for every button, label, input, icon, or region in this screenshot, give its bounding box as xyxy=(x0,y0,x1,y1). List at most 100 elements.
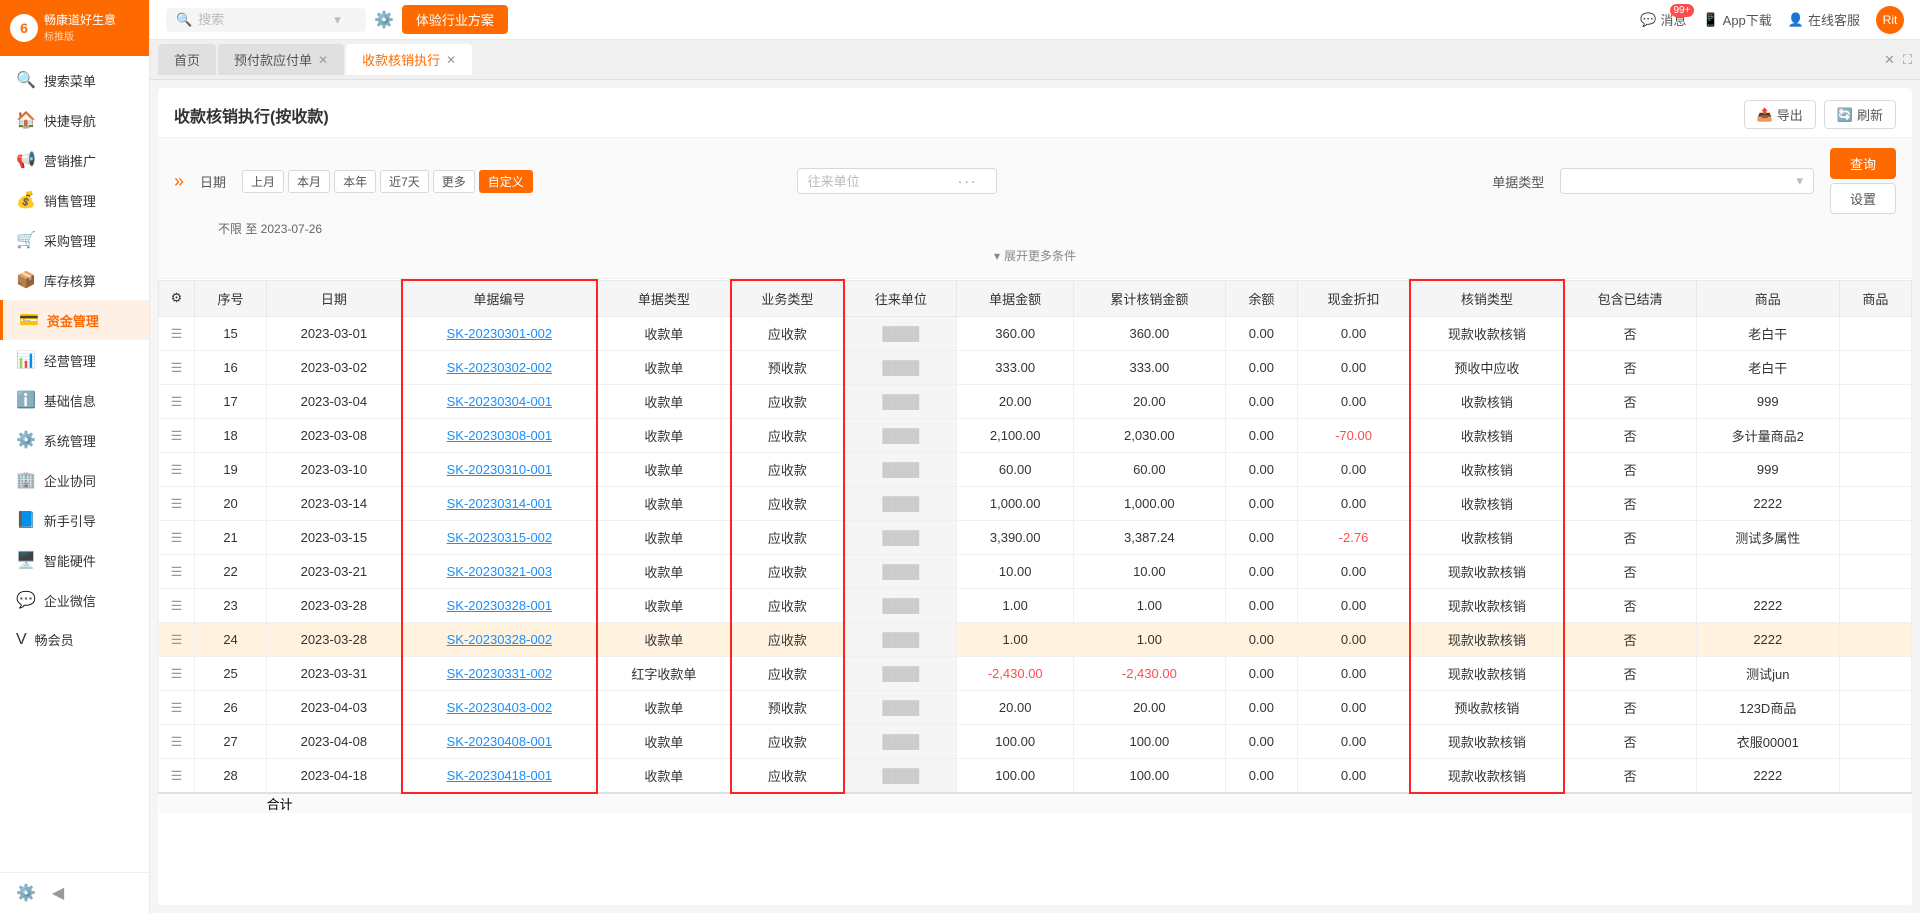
cell-gear[interactable]: ☰ xyxy=(159,657,195,691)
user-avatar[interactable]: Rit xyxy=(1876,6,1904,34)
tab-expand-icon[interactable]: ⛶ xyxy=(1903,52,1912,68)
cell-gear[interactable]: ☰ xyxy=(159,623,195,657)
doc-type-filter-label: 单据类型 xyxy=(1492,172,1544,191)
sidebar-item-sales[interactable]: 💰销售管理 xyxy=(0,180,149,220)
sidebar-item-purchase[interactable]: 🛒采购管理 xyxy=(0,220,149,260)
tab-collection[interactable]: 收款核销执行 ✕ xyxy=(346,44,472,75)
sidebar-item-finance[interactable]: 💳资金管理 xyxy=(0,300,149,340)
date-btn-this-year[interactable]: 本年 xyxy=(334,170,376,193)
date-btn-custom[interactable]: 自定义 xyxy=(479,170,533,193)
tab-collection-close-icon[interactable]: ✕ xyxy=(446,53,456,67)
cell-doc-no[interactable]: SK-20230302-002 xyxy=(402,351,598,385)
sidebar-menu: 🔍搜索菜单🏠快捷导航📢营销推广💰销售管理🛒采购管理📦库存核算💳资金管理📊经营管理… xyxy=(0,56,149,872)
cell-doc-no[interactable]: SK-20230308-001 xyxy=(402,419,598,453)
wechat-icon: 💬 xyxy=(16,590,36,610)
message-button[interactable]: 💬 消息 99+ xyxy=(1640,10,1686,29)
cell-biz-type: 应收款 xyxy=(731,759,845,794)
cell-biz-type: 应收款 xyxy=(731,453,845,487)
cell-counterpart: ████ xyxy=(844,453,957,487)
cell-doc-amount: 60.00 xyxy=(957,453,1073,487)
sidebar-item-marketing[interactable]: 📢营销推广 xyxy=(0,140,149,180)
cell-doc-no[interactable]: SK-20230403-002 xyxy=(402,691,598,725)
cell-include-settled: 否 xyxy=(1564,657,1697,691)
cell-write-off-type: 现款收款核销 xyxy=(1410,725,1563,759)
date-btn-this-month[interactable]: 本月 xyxy=(288,170,330,193)
cell-balance: 0.00 xyxy=(1225,385,1297,419)
cell-doc-no[interactable]: SK-20230408-001 xyxy=(402,725,598,759)
date-btn-7days[interactable]: 近7天 xyxy=(380,170,429,193)
cell-gear[interactable]: ☰ xyxy=(159,453,195,487)
tab-prepay[interactable]: 预付款应付单 ✕ xyxy=(218,44,344,75)
cell-doc-no[interactable]: SK-20230331-002 xyxy=(402,657,598,691)
try-solution-button[interactable]: 体验行业方案 xyxy=(402,5,508,34)
query-button[interactable]: 查询 xyxy=(1830,148,1896,179)
cell-gear[interactable]: ☰ xyxy=(159,351,195,385)
tab-home[interactable]: 首页 xyxy=(158,44,216,75)
sidebar-item-wechat[interactable]: 💬企业微信 xyxy=(0,580,149,620)
cell-date: 2023-03-04 xyxy=(267,385,402,419)
sidebar-item-search[interactable]: 🔍搜索菜单 xyxy=(0,60,149,100)
cell-doc-no[interactable]: SK-20230328-001 xyxy=(402,589,598,623)
tab-prepay-close-icon[interactable]: ✕ xyxy=(318,53,328,67)
cell-include-settled: 否 xyxy=(1564,725,1697,759)
doc-type-select[interactable]: ▾ xyxy=(1560,168,1814,194)
cell-date: 2023-03-08 xyxy=(267,419,402,453)
cell-include-settled: 否 xyxy=(1564,623,1697,657)
cell-gear[interactable]: ☰ xyxy=(159,589,195,623)
col-product: 商品 xyxy=(1696,280,1839,317)
col-gear[interactable]: ⚙ xyxy=(159,280,195,317)
cell-doc-no[interactable]: SK-20230418-001 xyxy=(402,759,598,794)
sidebar-item-enterprise[interactable]: 🏢企业协同 xyxy=(0,460,149,500)
refresh-button[interactable]: 🔄 刷新 xyxy=(1824,100,1896,129)
cell-gear[interactable]: ☰ xyxy=(159,487,195,521)
counterpart-input-wrap[interactable]: ··· xyxy=(797,168,997,194)
sidebar-item-basic[interactable]: ℹ️基础信息 xyxy=(0,380,149,420)
table-footer-row: 合计 xyxy=(159,793,1912,813)
header-search-input[interactable] xyxy=(198,12,328,27)
main-area: 🔍 ▾ ⚙️ 体验行业方案 💬 消息 99+ 📱 App下载 👤 在线客服 Ri… xyxy=(150,0,1920,913)
header-search-wrap[interactable]: 🔍 ▾ xyxy=(166,8,366,32)
cell-doc-no[interactable]: SK-20230301-002 xyxy=(402,317,598,351)
counterpart-dots-icon[interactable]: ··· xyxy=(958,173,978,189)
cell-gear[interactable]: ☰ xyxy=(159,691,195,725)
sidebar-item-guide[interactable]: 📘新手引导 xyxy=(0,500,149,540)
sidebar-item-operations[interactable]: 📊经营管理 xyxy=(0,340,149,380)
cell-gear[interactable]: ☰ xyxy=(159,759,195,794)
online-service-button[interactable]: 👤 在线客服 xyxy=(1788,10,1860,29)
collapse-toggle-icon[interactable]: » xyxy=(174,171,184,192)
tab-close-all-icon[interactable]: ✕ xyxy=(1884,52,1895,68)
sidebar-item-inventory[interactable]: 📦库存核算 xyxy=(0,260,149,300)
export-button[interactable]: 📤 导出 xyxy=(1744,100,1816,129)
cell-doc-no[interactable]: SK-20230321-003 xyxy=(402,555,598,589)
sidebar-item-member[interactable]: V畅会员 xyxy=(0,620,149,659)
cell-cumulative: 2,030.00 xyxy=(1073,419,1225,453)
cell-gear[interactable]: ☰ xyxy=(159,419,195,453)
date-btn-last-month[interactable]: 上月 xyxy=(242,170,284,193)
sidebar-item-hardware[interactable]: 🖥️智能硬件 xyxy=(0,540,149,580)
app-download-button[interactable]: 📱 App下载 xyxy=(1702,10,1771,29)
counterpart-input[interactable] xyxy=(808,174,958,189)
sidebar-item-label-member: 畅会员 xyxy=(35,630,74,649)
col-balance: 余额 xyxy=(1225,280,1297,317)
cell-doc-no[interactable]: SK-20230304-001 xyxy=(402,385,598,419)
sidebar-item-system[interactable]: ⚙️系统管理 xyxy=(0,420,149,460)
settings-button[interactable]: 设置 xyxy=(1830,183,1896,214)
cell-counterpart: ████ xyxy=(844,351,957,385)
cell-gear[interactable]: ☰ xyxy=(159,555,195,589)
col-doc-type: 单据类型 xyxy=(597,280,730,317)
date-btn-more[interactable]: 更多 xyxy=(433,170,475,193)
expand-more-button[interactable]: ▾ 展开更多条件 xyxy=(174,243,1896,268)
cell-gear[interactable]: ☰ xyxy=(159,317,195,351)
cell-doc-no[interactable]: SK-20230310-001 xyxy=(402,453,598,487)
cell-gear[interactable]: ☰ xyxy=(159,385,195,419)
settings-icon[interactable]: ⚙️ xyxy=(16,883,36,903)
sidebar-item-quicknav[interactable]: 🏠快捷导航 xyxy=(0,100,149,140)
cell-gear[interactable]: ☰ xyxy=(159,521,195,555)
cell-include-settled: 否 xyxy=(1564,317,1697,351)
cell-doc-no[interactable]: SK-20230314-001 xyxy=(402,487,598,521)
cell-doc-no[interactable]: SK-20230315-002 xyxy=(402,521,598,555)
collapse-icon[interactable]: ◀ xyxy=(52,883,64,903)
cell-doc-no[interactable]: SK-20230328-002 xyxy=(402,623,598,657)
cell-gear[interactable]: ☰ xyxy=(159,725,195,759)
header-gear-icon[interactable]: ⚙️ xyxy=(374,10,394,30)
